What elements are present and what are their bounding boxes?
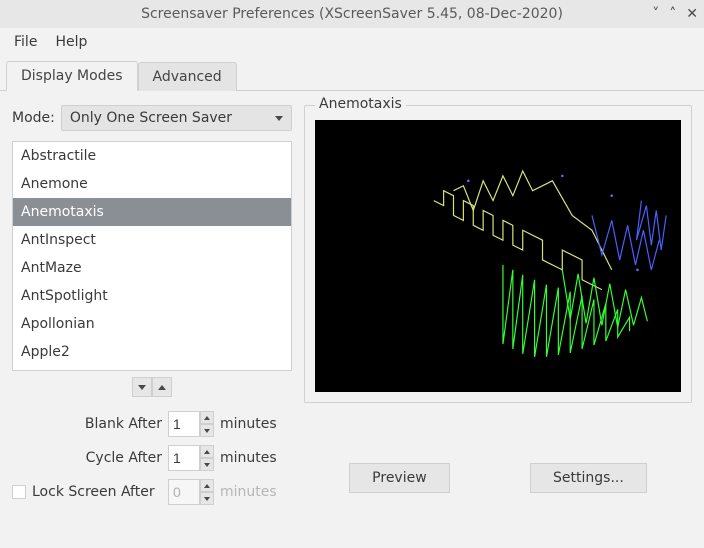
list-item[interactable]: Abstractile [13,142,291,170]
timing-settings: Blank After minutes Cycle After minutes … [12,411,292,505]
preview-frame: Anemotaxis [304,105,692,403]
spin-down-icon[interactable] [200,458,214,471]
tab-advanced[interactable]: Advanced [138,62,237,91]
list-item[interactable]: Apple2 [13,338,291,366]
menubar: File Help [0,28,704,56]
blank-after-stepper[interactable] [168,411,214,437]
cycle-after-label: Cycle After [32,450,162,466]
close-icon[interactable]: ✕ [686,6,698,22]
list-down-button[interactable] [132,377,152,397]
list-up-button[interactable] [152,377,172,397]
maximize-icon[interactable]: ˄ [669,6,676,22]
mode-label: Mode: [12,110,55,126]
list-item[interactable]: AntSpotlight [13,282,291,310]
lock-screen-checkbox[interactable] [12,485,26,499]
menu-help[interactable]: Help [47,30,95,54]
blank-after-input[interactable] [168,411,200,437]
lock-after-unit: minutes [220,484,277,500]
mode-row: Mode: Only One Screen Saver [12,105,292,131]
list-item[interactable]: AntMaze [13,254,291,282]
window-controls: ˅ ˄ ✕ [652,6,698,22]
blank-after-unit: minutes [220,416,277,432]
spin-up-icon[interactable] [200,445,214,458]
lock-after-stepper[interactable] [168,479,214,505]
tab-display-modes[interactable]: Display Modes [6,61,138,91]
cycle-after-input[interactable] [168,445,200,471]
preview-button[interactable]: Preview [349,463,450,493]
window-title: Screensaver Preferences (XScreenSaver 5.… [0,6,704,22]
list-item[interactable]: Anemotaxis [13,198,291,226]
spin-up-icon[interactable] [200,411,214,424]
screensaver-preferences-window: Screensaver Preferences (XScreenSaver 5.… [0,0,704,548]
spin-down-icon[interactable] [200,424,214,437]
cycle-after-stepper[interactable] [168,445,214,471]
lock-after-input [168,479,200,505]
cycle-after-unit: minutes [220,450,277,466]
list-nav [12,377,292,397]
blank-after-label: Blank After [32,416,162,432]
lock-after-label: Lock Screen After [32,484,162,500]
menu-file[interactable]: File [6,30,45,54]
anemotaxis-graphic [315,120,681,392]
list-item[interactable]: Apollonian [13,310,291,338]
left-column: Mode: Only One Screen Saver Abstractile … [12,105,292,538]
titlebar: Screensaver Preferences (XScreenSaver 5.… [0,0,704,28]
preview-legend: Anemotaxis [315,96,406,112]
right-column: Anemotaxis [304,105,692,538]
list-item[interactable]: Anemone [13,170,291,198]
screensaver-list[interactable]: Abstractile Anemone Anemotaxis AntInspec… [12,141,292,371]
preview-buttons: Preview Settings... [304,463,692,493]
spin-up-icon[interactable] [200,479,214,492]
list-item[interactable]: AntInspect [13,226,291,254]
settings-button[interactable]: Settings... [530,463,647,493]
screensaver-preview [315,120,681,392]
mode-select-value: Only One Screen Saver [70,110,232,126]
spin-down-icon[interactable] [200,492,214,505]
mode-select[interactable]: Only One Screen Saver [61,105,292,131]
tab-content: Mode: Only One Screen Saver Abstractile … [0,91,704,548]
minimize-icon[interactable]: ˅ [652,6,659,22]
tabs: Display Modes Advanced [0,56,704,91]
